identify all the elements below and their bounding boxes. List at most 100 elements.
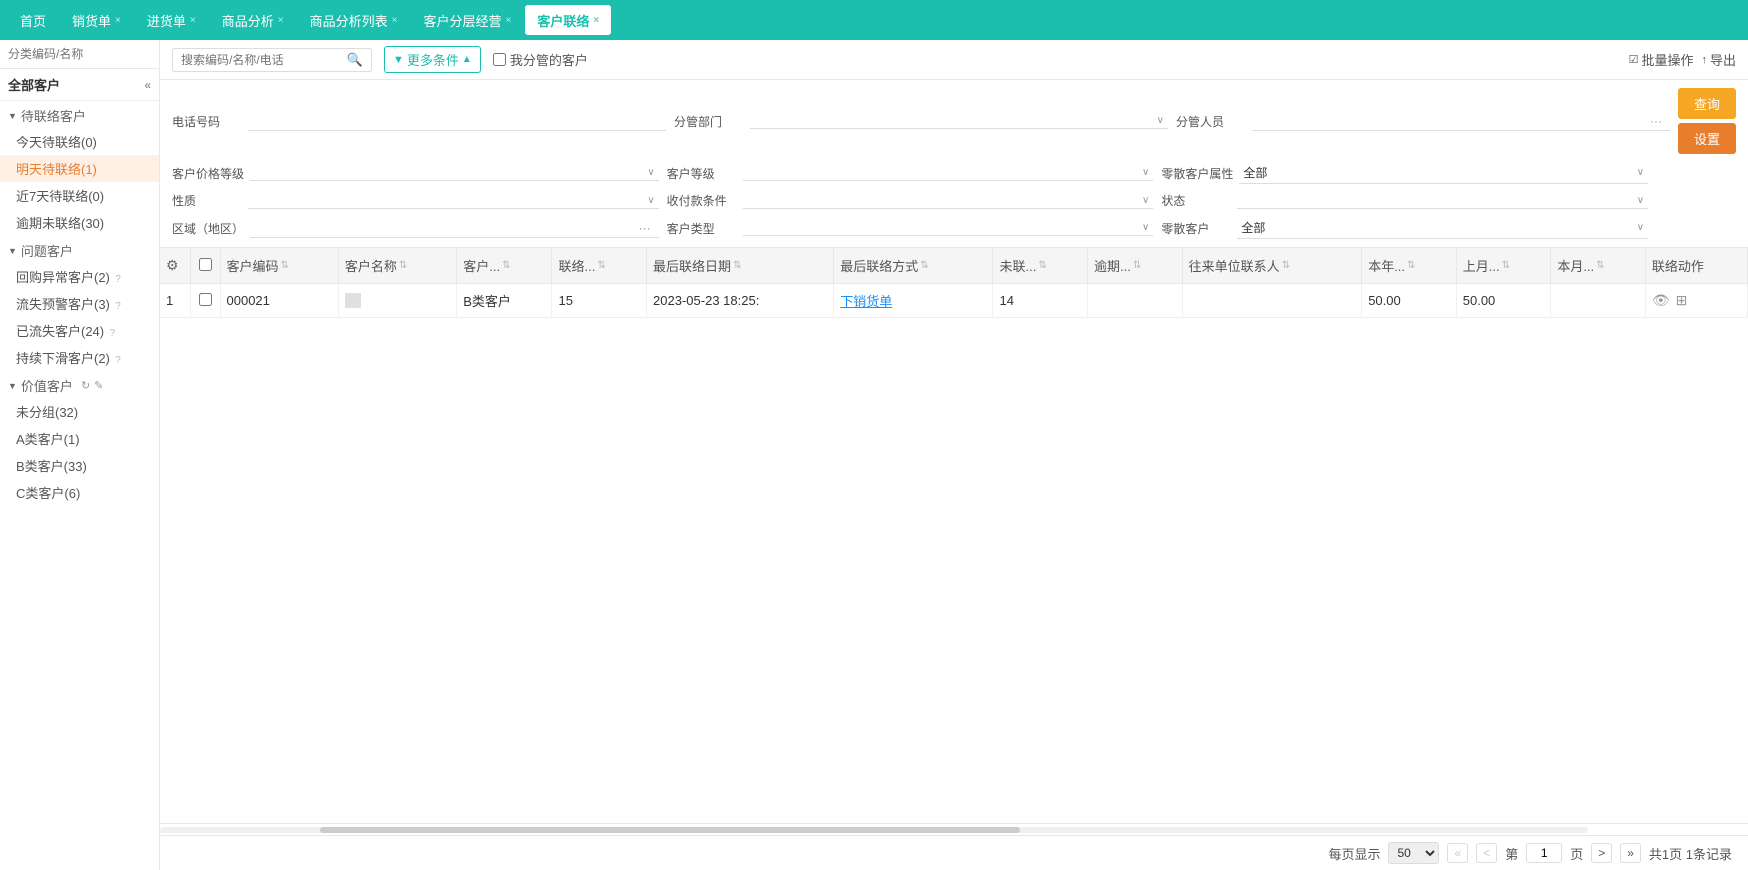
scattered-select[interactable]: 全部 ∨ bbox=[1237, 217, 1648, 239]
my-customers-checkbox-label[interactable]: 我分管的客户 bbox=[493, 50, 588, 69]
page-size-select[interactable]: 10 20 50 100 bbox=[1388, 842, 1439, 864]
nav-goods-analysis-label: 商品分析 bbox=[222, 11, 274, 30]
export-btn[interactable]: ↑ 导出 bbox=[1701, 50, 1736, 69]
phone-input[interactable] bbox=[248, 112, 666, 131]
dept-select[interactable]: ∨ bbox=[750, 113, 1168, 129]
row-last-month-cell: 50.00 bbox=[1456, 284, 1551, 318]
sidebar-tomorrow-contact[interactable]: 明天待联络(1) bbox=[0, 155, 159, 182]
help-icon-3[interactable]: ? bbox=[109, 328, 115, 339]
select-all-checkbox[interactable] bbox=[199, 258, 212, 271]
sidebar-class-c[interactable]: C类客户(6) bbox=[0, 479, 159, 506]
nav-goods-analysis-close[interactable]: × bbox=[278, 15, 284, 26]
sort-type-icon[interactable]: ⇅ bbox=[502, 260, 510, 271]
person-select[interactable]: ··· bbox=[1252, 112, 1670, 131]
help-icon-2[interactable]: ? bbox=[115, 301, 121, 312]
group-problem-customers[interactable]: ▼ 问题客户 bbox=[0, 236, 159, 263]
sort-notcontact-icon[interactable]: ⇅ bbox=[1038, 260, 1046, 271]
nav-customer-contact-close[interactable]: × bbox=[593, 15, 599, 26]
page-size-label: 每页显示 bbox=[1328, 844, 1380, 863]
sort-lastmonth-icon[interactable]: ⇅ bbox=[1502, 260, 1510, 271]
nav-goods-list-close[interactable]: × bbox=[392, 15, 398, 26]
nav-goods-analysis-list[interactable]: 商品分析列表 × bbox=[298, 5, 410, 35]
nav-purchase[interactable]: 进货单 × bbox=[135, 5, 208, 35]
sidebar-repurchase-anomaly[interactable]: 回购异常客户(2) ? bbox=[0, 263, 159, 290]
row-checkbox[interactable] bbox=[199, 293, 212, 306]
first-page-btn[interactable]: « bbox=[1447, 843, 1468, 863]
sidebar-today-contact[interactable]: 今天待联络(0) bbox=[0, 128, 159, 155]
nav-goods-analysis[interactable]: 商品分析 × bbox=[210, 5, 296, 35]
nav-purchase-close[interactable]: × bbox=[190, 15, 196, 26]
search-input[interactable] bbox=[181, 53, 343, 67]
sidebar-declining[interactable]: 持续下滑客户(2) ? bbox=[0, 344, 159, 371]
col-last-method: 最后联络方式 ⇅ bbox=[834, 248, 993, 284]
sidebar-class-a[interactable]: A类客户(1) bbox=[0, 425, 159, 452]
sidebar-unclassified[interactable]: 未分组(32) bbox=[0, 398, 159, 425]
sort-name-icon[interactable]: ⇅ bbox=[399, 260, 407, 271]
row-not-contacted-cell: 14 bbox=[993, 284, 1088, 318]
scattered-attr-select[interactable]: 全部 ∨ bbox=[1239, 162, 1648, 184]
page-number-input[interactable] bbox=[1526, 843, 1562, 863]
grid-action-icon[interactable]: ⊞ bbox=[1676, 292, 1688, 309]
eye-action-icon[interactable]: 👁 bbox=[1652, 292, 1670, 309]
export-icon: ↑ bbox=[1701, 54, 1707, 66]
col-last-date: 最后联络日期 ⇅ bbox=[647, 248, 834, 284]
customer-type-select[interactable]: ∨ bbox=[743, 220, 1154, 236]
status-select[interactable]: ∨ bbox=[1237, 193, 1648, 209]
sidebar-churned[interactable]: 已流失客户(24) ? bbox=[0, 317, 159, 344]
sort-thismonth-icon[interactable]: ⇅ bbox=[1596, 260, 1604, 271]
settings-button[interactable]: 设置 bbox=[1678, 123, 1736, 154]
next-page-btn[interactable]: > bbox=[1591, 843, 1612, 863]
price-grade-select[interactable]: ∨ bbox=[250, 165, 659, 181]
nav-customer-segment-close[interactable]: × bbox=[505, 15, 511, 26]
query-button[interactable]: 查询 bbox=[1678, 88, 1736, 119]
nature-select[interactable]: ∨ bbox=[248, 193, 659, 209]
sort-date-icon[interactable]: ⇅ bbox=[733, 260, 741, 271]
edit-icon[interactable]: ✎ bbox=[94, 379, 103, 392]
sort-code-icon[interactable]: ⇅ bbox=[281, 260, 289, 271]
person-dots-icon[interactable]: ··· bbox=[1646, 114, 1666, 128]
sidebar-overdue-contact[interactable]: 逾期未联络(30) bbox=[0, 209, 159, 236]
more-conditions-btn[interactable]: ▼ 更多条件 ▲ bbox=[384, 46, 481, 73]
scattered-field: 零散客户 全部 ∨ bbox=[1161, 217, 1648, 239]
collapse-icon[interactable]: « bbox=[144, 78, 151, 92]
sort-method-icon[interactable]: ⇅ bbox=[920, 260, 928, 271]
search-icon[interactable]: 🔍 bbox=[347, 52, 363, 68]
sort-person-icon[interactable]: ⇅ bbox=[1282, 260, 1290, 271]
help-icon-4[interactable]: ? bbox=[115, 355, 121, 366]
payment-select[interactable]: ∨ bbox=[743, 193, 1154, 209]
more-conditions-label: 更多条件 bbox=[407, 50, 459, 69]
nav-customer-segment[interactable]: 客户分层经营 × bbox=[411, 5, 523, 35]
sidebar-class-b[interactable]: B类客户(33) bbox=[0, 452, 159, 479]
filter-row-4: 区域（地区） ··· 客户类型 ∨ 零散客户 全部 bbox=[172, 217, 1736, 239]
col-customer-name: 客户名称 ⇅ bbox=[338, 248, 456, 284]
scroll-thumb[interactable] bbox=[320, 827, 1020, 833]
sidebar-churn-warning[interactable]: 流失预警客户(3) ? bbox=[0, 290, 159, 317]
group-value-customers[interactable]: ▼ 价值客户 ↻ ✎ bbox=[0, 371, 159, 398]
sort-year-icon[interactable]: ⇅ bbox=[1407, 260, 1415, 271]
my-customers-checkbox[interactable] bbox=[493, 53, 506, 66]
row-code-cell: 000021 bbox=[220, 284, 338, 318]
sidebar-week-contact[interactable]: 近7天待联络(0) bbox=[0, 182, 159, 209]
all-customers-header[interactable]: 全部客户 « bbox=[0, 69, 159, 101]
nav-home[interactable]: 首页 bbox=[8, 5, 58, 35]
refresh-icon[interactable]: ↻ bbox=[81, 379, 90, 392]
last-method-link[interactable]: 下销货单 bbox=[840, 294, 892, 309]
last-page-btn[interactable]: » bbox=[1620, 843, 1641, 863]
nav-sales-close[interactable]: × bbox=[115, 15, 121, 26]
nav-sales[interactable]: 销货单 × bbox=[60, 5, 133, 35]
help-icon[interactable]: ? bbox=[115, 274, 121, 285]
nav-customer-contact[interactable]: 客户联络 × bbox=[525, 5, 611, 35]
sort-contacts-icon[interactable]: ⇅ bbox=[597, 260, 605, 271]
nav-customer-segment-label: 客户分层经营 bbox=[423, 11, 501, 30]
sidebar-search-input[interactable] bbox=[8, 47, 160, 61]
sort-overdue-icon[interactable]: ⇅ bbox=[1133, 260, 1141, 271]
gear-icon[interactable]: ⚙ bbox=[166, 257, 179, 273]
horizontal-scrollbar[interactable] bbox=[160, 823, 1748, 835]
region-select[interactable]: ··· bbox=[250, 219, 659, 238]
customer-grade-select[interactable]: ∨ bbox=[743, 165, 1154, 181]
group-pending-contact[interactable]: ▼ 待联络客户 bbox=[0, 101, 159, 128]
batch-operation-btn[interactable]: ☑ 批量操作 bbox=[1629, 50, 1694, 69]
region-dots-icon[interactable]: ··· bbox=[635, 221, 655, 235]
table-header-row: ⚙ 客户编码 ⇅ 客户名称 bbox=[160, 248, 1748, 284]
prev-page-btn[interactable]: < bbox=[1476, 843, 1497, 863]
